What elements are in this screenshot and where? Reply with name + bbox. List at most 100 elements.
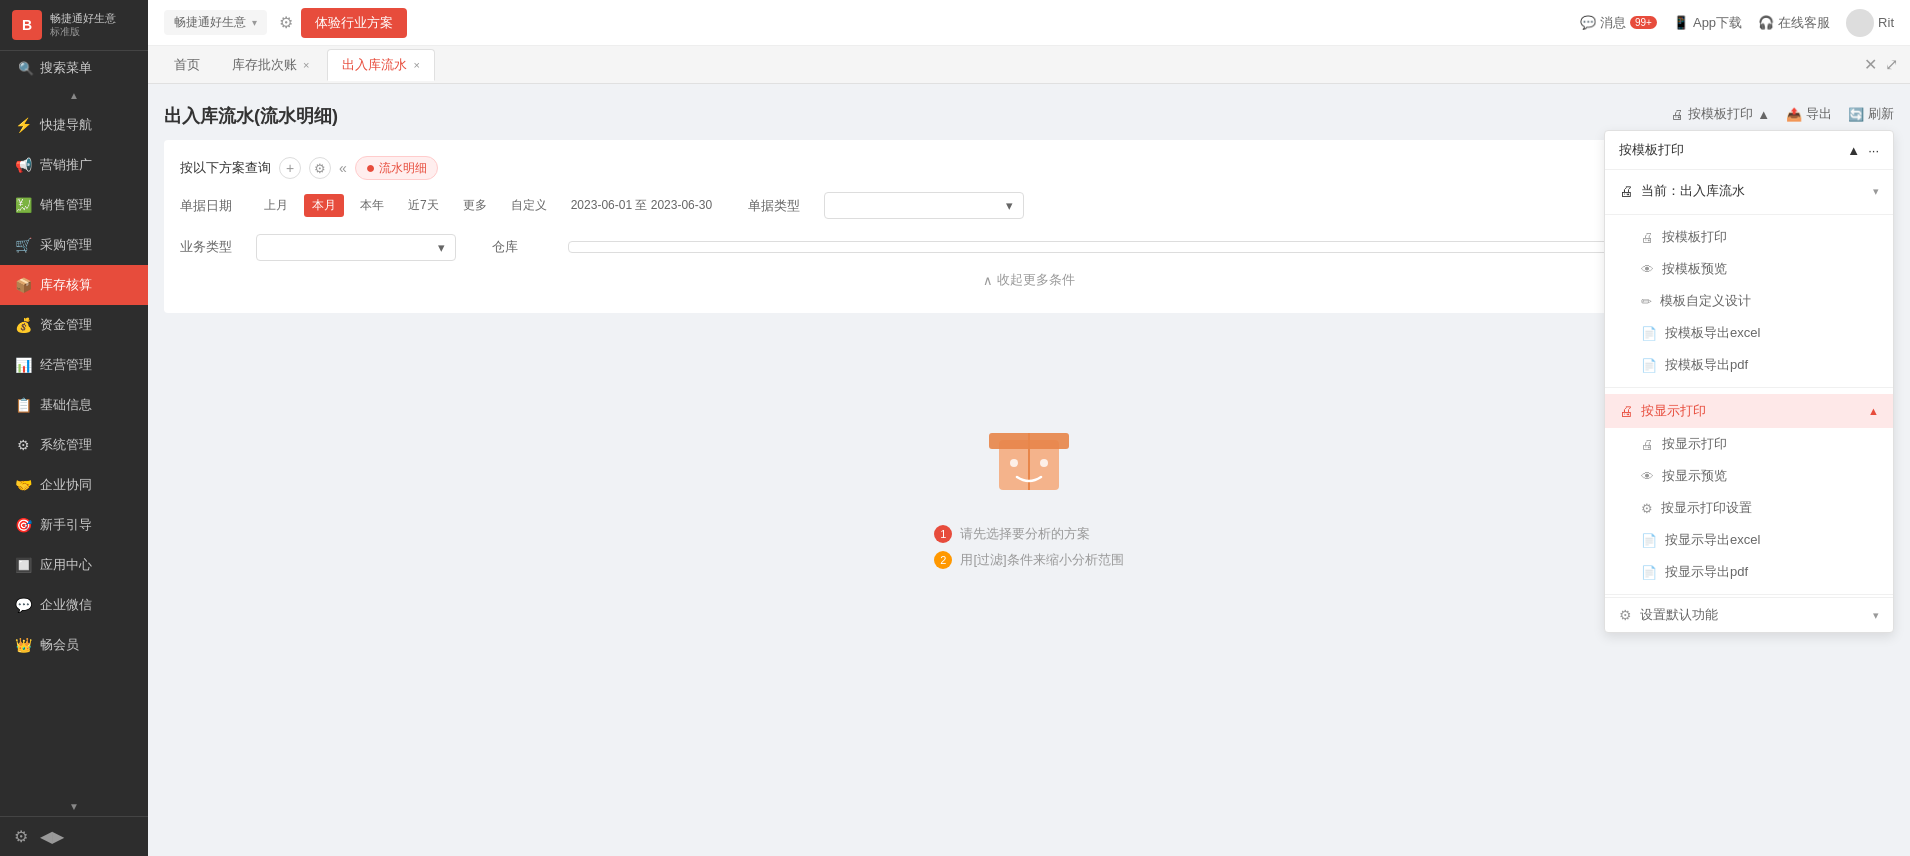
dropdown-display-preview[interactable]: 👁 按显示预览 — [1605, 460, 1893, 492]
sidebar-item-app-center[interactable]: 🔲 应用中心 — [0, 545, 148, 585]
quick-nav-icon: ⚡ — [14, 116, 32, 134]
filter-collapse-btn[interactable]: « — [339, 160, 347, 176]
display-print-item-label: 按显示打印 — [1662, 435, 1727, 453]
sidebar-item-inventory[interactable]: 📦 库存核算 — [0, 265, 148, 305]
sidebar-item-sales[interactable]: 💹 销售管理 — [0, 185, 148, 225]
dropdown-footer-default[interactable]: ⚙ 设置默认功能 ▾ — [1605, 597, 1893, 632]
sidebar-item-wechat[interactable]: 💬 企业微信 — [0, 585, 148, 625]
export-btn[interactable]: 📤 导出 — [1786, 105, 1832, 123]
dropdown-display-print-settings[interactable]: ⚙ 按显示打印设置 — [1605, 492, 1893, 524]
date-option-this-month[interactable]: 本月 — [304, 194, 344, 217]
message-btn[interactable]: 💬 消息 99+ — [1580, 14, 1657, 32]
sidebar-scroll-up[interactable]: ▲ — [0, 85, 148, 105]
biz-type-select[interactable]: ▾ — [256, 234, 456, 261]
page-title: 出入库流水(流水明细) — [164, 100, 338, 128]
filter-tag-dot-icon: ● — [366, 159, 376, 177]
display-export-excel-label: 按显示导出excel — [1665, 531, 1760, 549]
brand-name: 畅捷通好生意 — [50, 11, 116, 25]
tab-expand-icon[interactable]: ⤢ — [1885, 55, 1898, 74]
sidebar-scroll-down[interactable]: ▼ — [0, 796, 148, 816]
online-service-btn[interactable]: 🎧 在线客服 — [1758, 14, 1830, 32]
sidebar-item-finance[interactable]: 💰 资金管理 — [0, 305, 148, 345]
display-preview-label: 按显示预览 — [1662, 467, 1727, 485]
pdf-icon-2: 📄 — [1641, 565, 1657, 580]
refresh-btn[interactable]: 🔄 刷新 — [1848, 105, 1894, 123]
tab-home[interactable]: 首页 — [160, 50, 214, 80]
refresh-icon: 🔄 — [1848, 107, 1864, 122]
dropdown-display-print[interactable]: 🖨 按显示打印 — [1605, 428, 1893, 460]
sidebar-item-purchase[interactable]: 🛒 采购管理 — [0, 225, 148, 265]
username-label: Rit — [1878, 15, 1894, 30]
tab-inout-flow-close-icon[interactable]: × — [413, 59, 419, 71]
dropdown-template-print[interactable]: 🖨 按模板打印 — [1605, 221, 1893, 253]
message-icon: 💬 — [1580, 15, 1596, 30]
sidebar-item-quick-nav[interactable]: ⚡ 快捷导航 — [0, 105, 148, 145]
filter-title-label: 按以下方案查询 — [180, 159, 271, 177]
display-print-header-label: 按显示打印 — [1641, 402, 1706, 420]
cooperation-icon: 🤝 — [14, 476, 32, 494]
tabbar-right: ✕ ⤢ — [1864, 55, 1898, 74]
dropdown-display-print-header[interactable]: 🖨 按显示打印 ▲ — [1605, 394, 1893, 428]
search-menu[interactable]: 🔍 搜索菜单 — [0, 51, 148, 85]
sidebar-item-system[interactable]: ⚙ 系统管理 — [0, 425, 148, 465]
dropdown-display-export-excel[interactable]: 📄 按显示导出excel — [1605, 524, 1893, 556]
dropdown-expand-icon[interactable]: ▲ — [1847, 143, 1860, 158]
purchase-icon: 🛒 — [14, 236, 32, 254]
date-option-7days[interactable]: 近7天 — [400, 194, 447, 217]
tab-close-all-icon[interactable]: ✕ — [1864, 55, 1877, 74]
topbar-gear-icon[interactable]: ⚙ — [279, 13, 293, 32]
dropdown-template-preview[interactable]: 👁 按模板预览 — [1605, 253, 1893, 285]
template-print-btn[interactable]: 🖨 按模板打印 ▲ — [1671, 105, 1770, 123]
app-download-btn[interactable]: 📱 App下载 — [1673, 14, 1742, 32]
tab-inout-flow[interactable]: 出入库流水 × — [327, 49, 434, 81]
user-menu[interactable]: Rit — [1846, 9, 1894, 37]
date-option-this-year[interactable]: 本年 — [352, 194, 392, 217]
trial-btn[interactable]: 体验行业方案 — [301, 8, 407, 38]
sidebar-item-label: 系统管理 — [40, 436, 92, 454]
sidebar-item-label: 采购管理 — [40, 236, 92, 254]
tab-batch-account-close-icon[interactable]: × — [303, 59, 309, 71]
wechat-icon: 💬 — [14, 596, 32, 614]
collapse-label: 收起更多条件 — [997, 271, 1075, 289]
filter-tag-liushui[interactable]: ● 流水明细 — [355, 156, 439, 180]
sidebar-item-basic[interactable]: 📋 基础信息 — [0, 385, 148, 425]
tab-batch-account[interactable]: 库存批次账 × — [218, 50, 323, 80]
topbar-brand[interactable]: 畅捷通好生意 ▾ — [164, 10, 267, 35]
doc-type-select[interactable]: ▾ — [824, 192, 1024, 219]
dropdown-header: 按模板打印 ▲ ··· — [1605, 131, 1893, 170]
dropdown-more-icon[interactable]: ··· — [1868, 143, 1879, 158]
edit-icon-1: ✏ — [1641, 294, 1652, 309]
date-option-custom[interactable]: 自定义 — [503, 194, 555, 217]
dropdown-template-custom[interactable]: ✏ 模板自定义设计 — [1605, 285, 1893, 317]
template-custom-label: 模板自定义设计 — [1660, 292, 1751, 310]
dropdown-current-template[interactable]: 🖨 当前：出入库流水 ▾ — [1605, 174, 1893, 208]
dropdown-template-export-excel[interactable]: 📄 按模板导出excel — [1605, 317, 1893, 349]
template-print-item-label: 按模板打印 — [1662, 228, 1727, 246]
sidebar-item-marketing[interactable]: 📢 营销推广 — [0, 145, 148, 185]
topbar-right: 💬 消息 99+ 📱 App下载 🎧 在线客服 Rit — [1580, 9, 1894, 37]
sidebar-item-guide[interactable]: 🎯 新手引导 — [0, 505, 148, 545]
date-option-last-month[interactable]: 上月 — [256, 194, 296, 217]
dropdown-current-label: 当前：出入库流水 — [1641, 182, 1745, 200]
sales-icon: 💹 — [14, 196, 32, 214]
sidebar-settings-icon[interactable]: ⚙ — [14, 827, 28, 846]
sidebar-item-cooperation[interactable]: 🤝 企业协同 — [0, 465, 148, 505]
sidebar-item-label: 营销推广 — [40, 156, 92, 174]
eye-icon-1: 👁 — [1641, 262, 1654, 277]
date-option-more[interactable]: 更多 — [455, 194, 495, 217]
dropdown-display-export-pdf[interactable]: 📄 按显示导出pdf — [1605, 556, 1893, 588]
sidebar-item-member[interactable]: 👑 畅会员 — [0, 625, 148, 665]
doc-type-dropdown-icon: ▾ — [1006, 198, 1013, 213]
sidebar-item-label: 经营管理 — [40, 356, 92, 374]
sidebar-collapse-icon[interactable]: ◀▶ — [40, 827, 64, 846]
date-range-display: 2023-06-01 至 2023-06-30 — [571, 197, 712, 214]
brand-sub: 标准版 — [50, 25, 116, 39]
warehouse-select[interactable] — [568, 241, 1720, 253]
dropdown-template-export-pdf[interactable]: 📄 按模板导出pdf — [1605, 349, 1893, 381]
filter-settings-btn[interactable]: ⚙ — [309, 157, 331, 179]
filter-tag-label: 流水明细 — [379, 160, 427, 177]
filter-add-btn[interactable]: + — [279, 157, 301, 179]
display-print-settings-label: 按显示打印设置 — [1661, 499, 1752, 517]
sidebar-item-operations[interactable]: 📊 经营管理 — [0, 345, 148, 385]
plus-icon: + — [286, 160, 294, 176]
